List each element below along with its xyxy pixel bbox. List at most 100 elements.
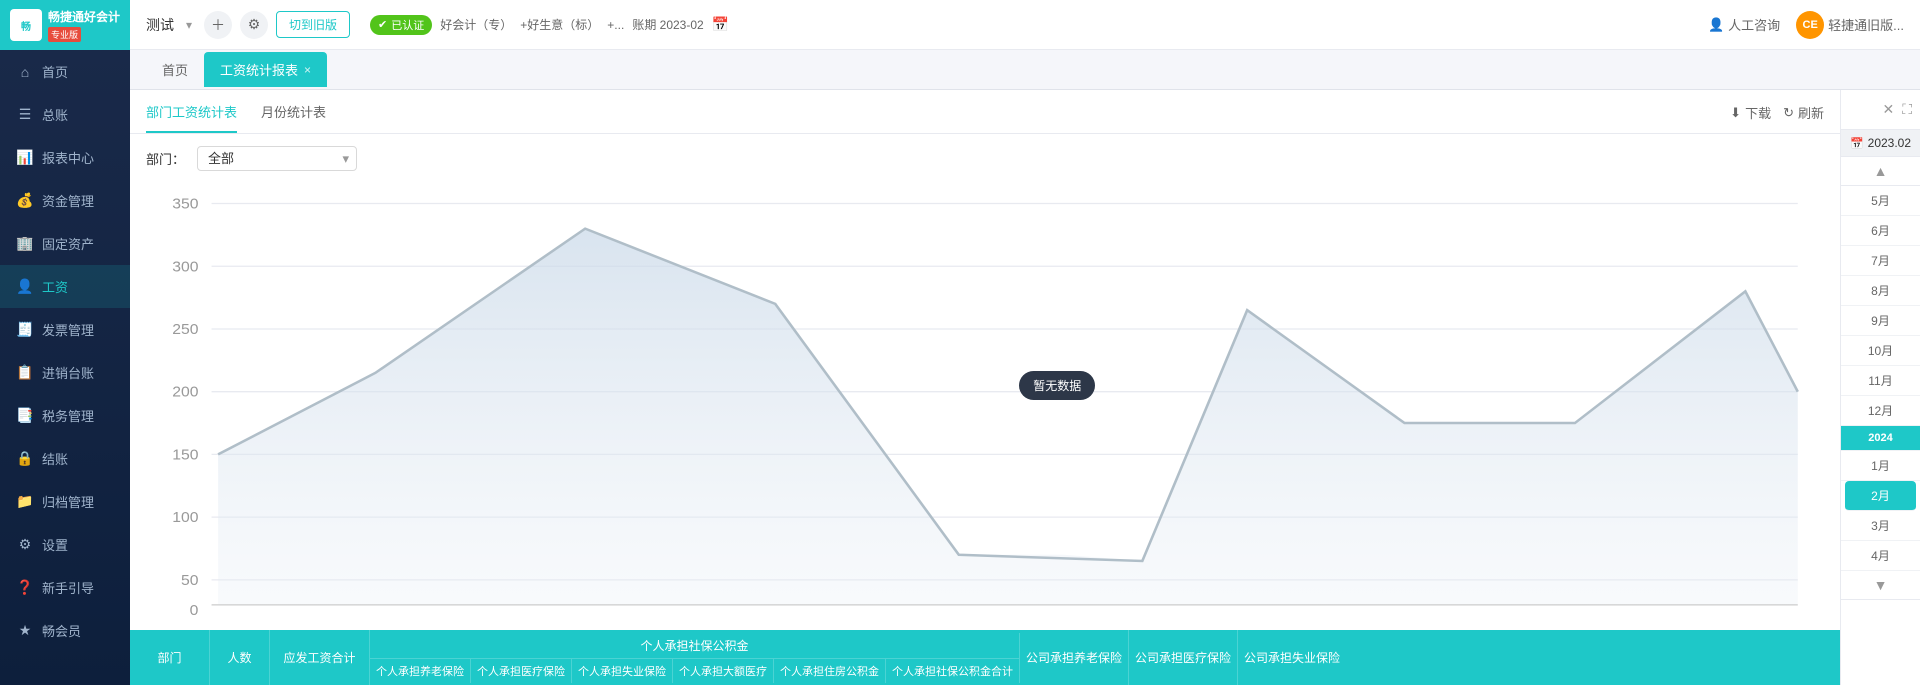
month-6[interactable]: 6月 (1841, 216, 1920, 246)
panel-expand-icon[interactable]: ⛶ (1902, 101, 1912, 118)
th-personal-housing-fund: 个人承担住房公积金 (774, 659, 886, 683)
assets-icon: 🏢 (16, 235, 34, 252)
th-personal-pension: 个人承担养老保险 (370, 659, 471, 683)
tab-home[interactable]: 首页 (146, 52, 204, 87)
month-7[interactable]: 7月 (1841, 246, 1920, 276)
department-select[interactable]: 全部 销售部 财务部 技术部 行政部 (197, 146, 357, 171)
sidebar-logo: 畅 畅捷通好会计 专业版 (0, 0, 130, 50)
add-button[interactable]: ＋ (204, 11, 232, 39)
sidebar-item-settings[interactable]: ⚙ 设置 (0, 523, 130, 566)
subtab-month-report[interactable]: 月份统计表 (261, 102, 326, 133)
topbar-right: 👤 人工咨询 CE 轻捷通旧版... (1708, 11, 1904, 39)
month-2-active[interactable]: 2月 (1845, 481, 1916, 511)
calendar-small-icon: 📅 (1850, 137, 1864, 150)
month-8[interactable]: 8月 (1841, 276, 1920, 306)
sidebar-item-funds[interactable]: 💰 资金管理 (0, 179, 130, 222)
sidebar-item-tax[interactable]: 📑 税务管理 (0, 394, 130, 437)
svg-text:350: 350 (172, 196, 198, 213)
svg-text:0: 0 (190, 602, 199, 619)
sidebar-item-archive[interactable]: 📁 归档管理 (0, 480, 130, 523)
svg-text:50: 50 (181, 572, 198, 589)
department-select-wrap: 全部 销售部 财务部 技术部 行政部 (197, 146, 357, 171)
sidebar-item-home[interactable]: ⌂ 首页 (0, 50, 130, 93)
year-display: 📅 2023.02 (1841, 130, 1920, 157)
invoice-icon: 🧾 (16, 321, 34, 338)
sidebar-item-member[interactable]: ★ 畅会员 (0, 609, 130, 652)
main-content: 测试 ▾ ＋ ⚙ 切到旧版 ✔ 已认证 好会计（专） +好生意（标） +... … (130, 0, 1920, 685)
sidebar-item-payroll[interactable]: 👤 工资 (0, 265, 130, 308)
month-3[interactable]: 3月 (1841, 511, 1920, 541)
consult-button[interactable]: 👤 人工咨询 (1708, 15, 1780, 34)
sales-icon: 📋 (16, 364, 34, 381)
sidebar-item-assets[interactable]: 🏢 固定资产 (0, 222, 130, 265)
month-5[interactable]: 5月 (1841, 186, 1920, 216)
topbar-actions: ＋ ⚙ 切到旧版 (204, 11, 350, 39)
sidebar-item-invoice[interactable]: 🧾 发票管理 (0, 308, 130, 351)
sidebar-item-guide[interactable]: ❓ 新手引导 (0, 566, 130, 609)
next-year-btn[interactable]: ▼ (1870, 575, 1892, 595)
dropdown-arrow-icon[interactable]: ▾ (186, 18, 192, 32)
close-month-icon: 🔒 (16, 450, 34, 467)
right-panel: ✕ ⛶ 📅 2023.02 ▲ 5月 6月 7月 8月 9月 10月 11月 1… (1840, 90, 1920, 685)
th-personal-total: 个人承担社保公积金合计 (886, 659, 1019, 683)
month-4[interactable]: 4月 (1841, 541, 1920, 571)
refresh-button[interactable]: ↻ 刷新 (1783, 103, 1824, 122)
th-group-title: 个人承担社保公积金 (370, 633, 1019, 659)
prev-year-btn[interactable]: ▲ (1870, 161, 1892, 181)
logo-icon: 畅 (10, 9, 42, 41)
home-icon: ⌂ (16, 64, 34, 80)
tab-close-icon[interactable]: × (304, 63, 311, 77)
tax-icon: 📑 (16, 407, 34, 424)
th-group-cols: 个人承担养老保险 个人承担医疗保险 个人承担失业保险 个人承担大额医疗 个人承担 (370, 659, 1019, 683)
archive-icon: 📁 (16, 493, 34, 510)
sidebar-item-ledger[interactable]: ☰ 总账 (0, 93, 130, 136)
settings-gear-button[interactable]: ⚙ (240, 11, 268, 39)
th-personal-unemployment: 个人承担失业保险 (572, 659, 673, 683)
download-button[interactable]: ⬇ 下载 (1730, 103, 1771, 122)
tag-haoshengyi: +好生意（标） (520, 16, 599, 33)
month-11[interactable]: 11月 (1841, 366, 1920, 396)
th-company-pension: 公司承担养老保险 (1020, 630, 1129, 685)
content-area: 部门工资统计表 月份统计表 ⬇ 下载 ↻ 刷新 (130, 90, 1920, 685)
right-panel-header: ✕ ⛶ (1841, 90, 1920, 130)
month-list: ▲ 5月 6月 7月 8月 9月 10月 11月 12月 2024 1月 2月 … (1841, 157, 1920, 685)
consult-icon: 👤 (1708, 17, 1724, 33)
month-1[interactable]: 1月 (1841, 451, 1920, 481)
switch-version-button[interactable]: 切到旧版 (276, 11, 350, 38)
sidebar-item-sales[interactable]: 📋 进销台账 (0, 351, 130, 394)
year-nav-next: ▼ (1841, 571, 1920, 600)
th-count: 人数 (210, 630, 270, 685)
filter-label: 部门： (146, 149, 185, 168)
refresh-icon: ↻ (1783, 105, 1794, 121)
th-personal-medical: 个人承担医疗保险 (471, 659, 572, 683)
panel-close-icon[interactable]: ✕ (1882, 101, 1894, 118)
tabbar: 首页 工资统计报表 × (130, 50, 1920, 90)
month-12[interactable]: 12月 (1841, 396, 1920, 426)
tab-payroll-report[interactable]: 工资统计报表 × (204, 52, 327, 87)
funds-icon: 💰 (16, 192, 34, 209)
svg-text:200: 200 (172, 384, 198, 401)
th-dept: 部门 (130, 630, 210, 685)
tag-more: +... (607, 18, 624, 32)
th-company-unemployment: 公司承担失业保险 (1238, 630, 1346, 685)
quick-nav[interactable]: CE 轻捷通旧版... (1796, 11, 1904, 39)
tag-haohuiji: 好会计（专） (440, 16, 512, 33)
sidebar-item-reports[interactable]: 📊 报表中心 (0, 136, 130, 179)
svg-text:150: 150 (172, 447, 198, 464)
month-10[interactable]: 10月 (1841, 336, 1920, 366)
calendar-icon[interactable]: 📅 (712, 16, 729, 33)
svg-text:250: 250 (172, 321, 198, 338)
sidebar: 畅 畅捷通好会计 专业版 ⌂ 首页 ☰ 总账 📊 报表中心 💰 资金管理 🏢 固… (0, 0, 130, 685)
year-2024-title: 2024 (1841, 426, 1920, 451)
download-icon: ⬇ (1730, 105, 1741, 121)
subtab-dept-report[interactable]: 部门工资统计表 (146, 102, 237, 133)
content-main: 部门工资统计表 月份统计表 ⬇ 下载 ↻ 刷新 (130, 90, 1840, 685)
th-personal-major-medical: 个人承担大额医疗 (673, 659, 774, 683)
month-9[interactable]: 9月 (1841, 306, 1920, 336)
topbar-title: 测试 (146, 15, 174, 35)
th-group-personal-insurance: 个人承担社保公积金 个人承担养老保险 个人承担医疗保险 个人承担失业保险 个人承… (370, 633, 1020, 683)
reports-icon: 📊 (16, 149, 34, 166)
line-chart: 350 300 250 200 150 100 50 0 (146, 191, 1824, 630)
avatar: CE (1796, 11, 1824, 39)
sidebar-item-close[interactable]: 🔒 结账 (0, 437, 130, 480)
